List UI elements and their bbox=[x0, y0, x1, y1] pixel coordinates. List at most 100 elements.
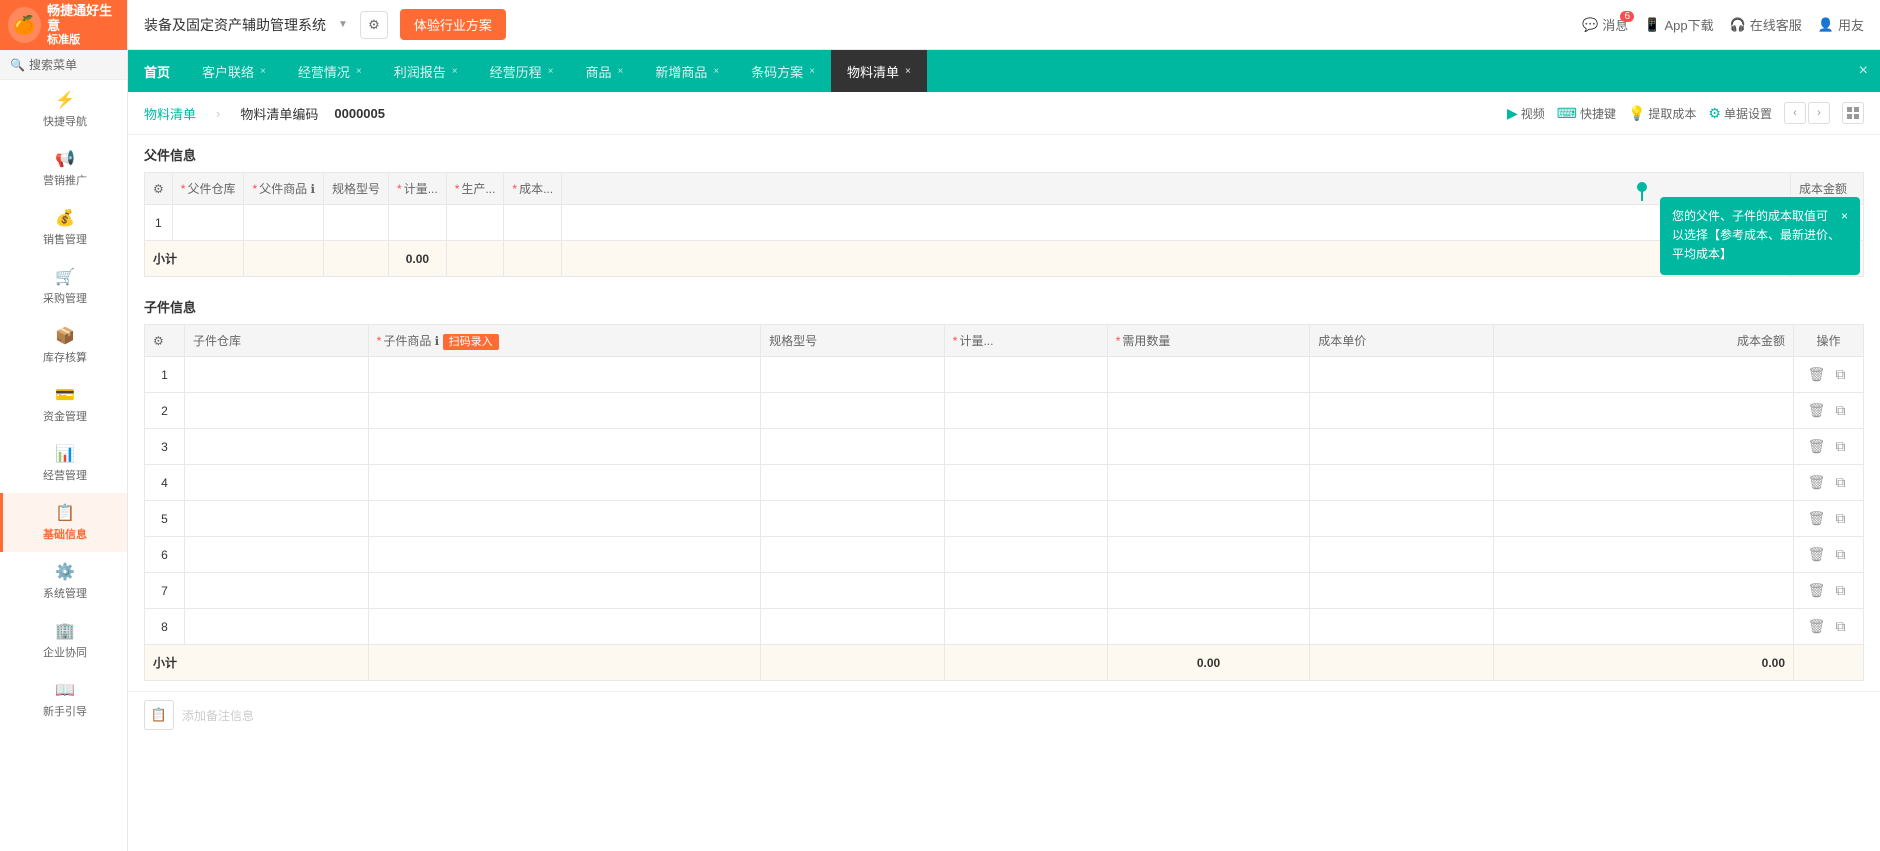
child-quantity-cell[interactable] bbox=[1107, 609, 1310, 645]
delete-button[interactable]: 🗑 bbox=[1807, 473, 1827, 493]
delete-button[interactable]: 🗑 bbox=[1807, 545, 1827, 565]
child-unit-price-cell[interactable] bbox=[1310, 429, 1494, 465]
parent-production-cell[interactable] bbox=[446, 205, 504, 241]
copy-button[interactable]: ⧉ bbox=[1831, 581, 1851, 601]
note-button[interactable]: 📋 bbox=[144, 700, 174, 730]
tab-close-icon[interactable]: × bbox=[548, 66, 554, 77]
child-warehouse-cell[interactable] bbox=[185, 357, 369, 393]
child-unit-price-cell[interactable] bbox=[1310, 501, 1494, 537]
child-warehouse-cell[interactable] bbox=[185, 465, 369, 501]
next-button[interactable]: › bbox=[1808, 102, 1830, 124]
delete-button[interactable]: 🗑 bbox=[1807, 509, 1827, 529]
child-spec-cell[interactable] bbox=[761, 465, 945, 501]
child-quantity-cell[interactable] bbox=[1107, 429, 1310, 465]
tab-bom[interactable]: 物料清单 × bbox=[831, 50, 927, 92]
sidebar-item-quick-nav[interactable]: ⚡ 快捷导航 bbox=[0, 80, 127, 139]
child-goods-cell[interactable] bbox=[368, 537, 760, 573]
tab-close-icon[interactable]: × bbox=[260, 66, 266, 77]
child-goods-cell[interactable] bbox=[368, 429, 760, 465]
tab-home[interactable]: 首页 bbox=[128, 50, 186, 92]
tab-new-goods[interactable]: 新增商品 × bbox=[639, 50, 735, 92]
tab-barcode[interactable]: 条码方案 × bbox=[735, 50, 831, 92]
sidebar-item-guide[interactable]: 📖 新手引导 bbox=[0, 670, 127, 729]
tab-close-icon[interactable]: × bbox=[617, 66, 623, 77]
child-spec-cell[interactable] bbox=[761, 501, 945, 537]
child-warehouse-cell[interactable] bbox=[185, 609, 369, 645]
child-unit-price-cell[interactable] bbox=[1310, 393, 1494, 429]
child-unit-cell[interactable] bbox=[944, 465, 1107, 501]
child-spec-cell[interactable] bbox=[761, 537, 945, 573]
copy-button[interactable]: ⧉ bbox=[1831, 365, 1851, 385]
tab-goods[interactable]: 商品 × bbox=[569, 50, 639, 92]
parent-cost-cell[interactable] bbox=[504, 205, 562, 241]
copy-button[interactable]: ⧉ bbox=[1831, 509, 1851, 529]
child-quantity-cell[interactable] bbox=[1107, 465, 1310, 501]
child-warehouse-cell[interactable] bbox=[185, 573, 369, 609]
child-quantity-cell[interactable] bbox=[1107, 537, 1310, 573]
delete-button[interactable]: 🗑 bbox=[1807, 437, 1827, 457]
child-unit-price-cell[interactable] bbox=[1310, 537, 1494, 573]
child-spec-cell[interactable] bbox=[761, 357, 945, 393]
child-spec-cell[interactable] bbox=[761, 573, 945, 609]
sidebar-item-finance[interactable]: 💳 资金管理 bbox=[0, 375, 127, 434]
child-unit-cell[interactable] bbox=[944, 573, 1107, 609]
child-unit-cell[interactable] bbox=[944, 537, 1107, 573]
settings-button[interactable]: ⚙ bbox=[360, 11, 388, 39]
child-quantity-cell[interactable] bbox=[1107, 393, 1310, 429]
message-button[interactable]: 💬 消息 6 bbox=[1582, 15, 1628, 34]
child-quantity-cell[interactable] bbox=[1107, 357, 1310, 393]
child-goods-cell[interactable] bbox=[368, 609, 760, 645]
sidebar-item-system[interactable]: ⚙️ 系统管理 bbox=[0, 552, 127, 611]
single-settings-tool[interactable]: ⚙ 单据设置 bbox=[1708, 105, 1772, 122]
sidebar-item-purchase[interactable]: 🛒 采购管理 bbox=[0, 257, 127, 316]
close-all-button[interactable]: × bbox=[1847, 62, 1880, 80]
user-button[interactable]: 👤 用友 bbox=[1818, 15, 1864, 34]
tab-operations[interactable]: 经营情况 × bbox=[282, 50, 378, 92]
shortcut-tool[interactable]: ⌨ 快捷键 bbox=[1557, 105, 1616, 122]
extract-cost-tool[interactable]: 💡 提取成本 bbox=[1628, 105, 1696, 122]
parent-warehouse-cell[interactable] bbox=[172, 205, 244, 241]
copy-button[interactable]: ⧉ bbox=[1831, 437, 1851, 457]
child-unit-price-cell[interactable] bbox=[1310, 609, 1494, 645]
online-service-button[interactable]: 🎧 在线客服 bbox=[1730, 15, 1802, 34]
child-unit-price-cell[interactable] bbox=[1310, 357, 1494, 393]
child-unit-price-cell[interactable] bbox=[1310, 573, 1494, 609]
sidebar-item-basic-info[interactable]: 📋 基础信息 bbox=[0, 493, 127, 552]
child-spec-cell[interactable] bbox=[761, 393, 945, 429]
child-unit-cell[interactable] bbox=[944, 609, 1107, 645]
col-settings[interactable]: ⚙ bbox=[145, 325, 185, 357]
trial-button[interactable]: 体验行业方案 bbox=[400, 9, 506, 40]
child-goods-cell[interactable] bbox=[368, 357, 760, 393]
parent-goods-cell[interactable] bbox=[244, 205, 324, 241]
system-selector[interactable]: ▼ bbox=[338, 19, 348, 30]
child-spec-cell[interactable] bbox=[761, 609, 945, 645]
delete-button[interactable]: 🗑 bbox=[1807, 581, 1827, 601]
copy-button[interactable]: ⧉ bbox=[1831, 473, 1851, 493]
child-goods-cell[interactable] bbox=[368, 501, 760, 537]
tooltip-close-button[interactable]: × bbox=[1841, 207, 1848, 226]
child-warehouse-cell[interactable] bbox=[185, 537, 369, 573]
child-goods-cell[interactable] bbox=[368, 573, 760, 609]
delete-button[interactable]: 🗑 bbox=[1807, 401, 1827, 421]
sidebar-item-enterprise[interactable]: 🏢 企业协同 bbox=[0, 611, 127, 670]
tab-close-icon[interactable]: × bbox=[809, 66, 815, 77]
tab-close-icon[interactable]: × bbox=[713, 66, 719, 77]
parent-spec-cell[interactable] bbox=[324, 205, 389, 241]
scan-badge[interactable]: 扫码录入 bbox=[443, 334, 499, 350]
child-unit-cell[interactable] bbox=[944, 357, 1107, 393]
sidebar-item-operations[interactable]: 📊 经营管理 bbox=[0, 434, 127, 493]
child-unit-price-cell[interactable] bbox=[1310, 465, 1494, 501]
child-spec-cell[interactable] bbox=[761, 429, 945, 465]
tab-history[interactable]: 经营历程 × bbox=[474, 50, 570, 92]
breadcrumb-parent[interactable]: 物料清单 bbox=[144, 104, 196, 123]
tab-customers[interactable]: 客户联络 × bbox=[186, 50, 282, 92]
sidebar-item-inventory[interactable]: 📦 库存核算 bbox=[0, 316, 127, 375]
delete-button[interactable]: 🗑 bbox=[1807, 617, 1827, 637]
tab-profit[interactable]: 利润报告 × bbox=[378, 50, 474, 92]
copy-button[interactable]: ⧉ bbox=[1831, 617, 1851, 637]
sidebar-search[interactable]: 🔍 搜索菜单 bbox=[0, 50, 127, 80]
app-download-button[interactable]: 📱 App下载 bbox=[1644, 15, 1713, 34]
video-tool[interactable]: ▶ 视频 bbox=[1507, 105, 1545, 122]
child-unit-cell[interactable] bbox=[944, 501, 1107, 537]
child-warehouse-cell[interactable] bbox=[185, 501, 369, 537]
